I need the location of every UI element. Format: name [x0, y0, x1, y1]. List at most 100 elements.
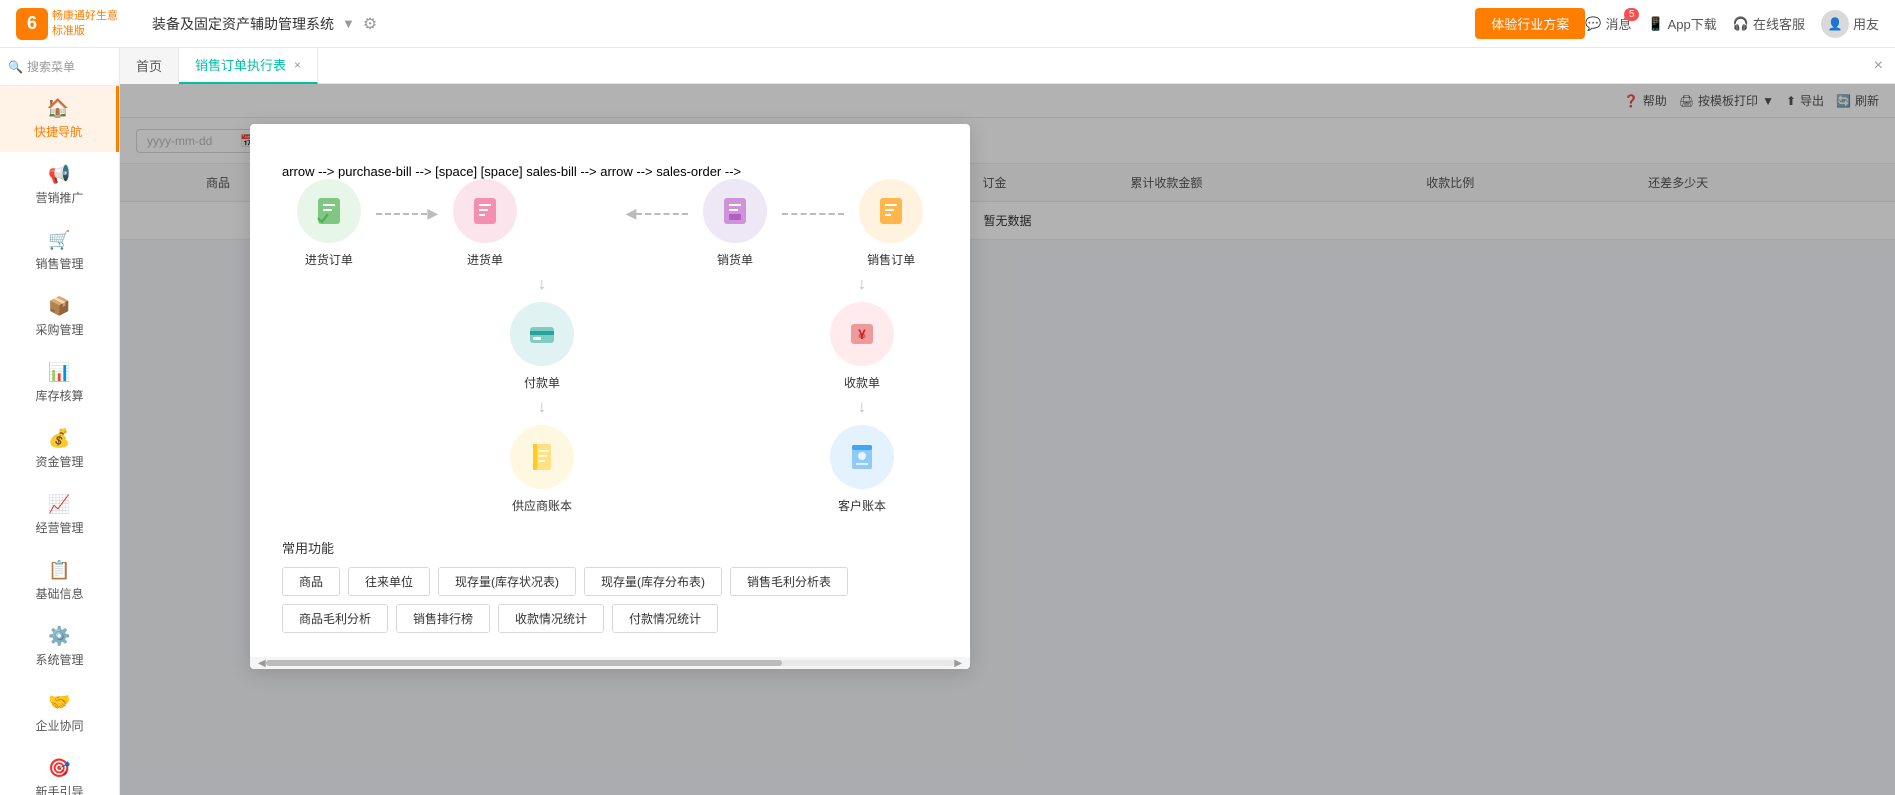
arrow-sales-order-to-bill: ◀	[626, 205, 688, 242]
sidebar-item-sales[interactable]: 🛒 销售管理	[0, 218, 119, 284]
system-title: 装备及固定资产辅助管理系统 ▼ ⚙	[152, 14, 1475, 34]
tab-close-icon[interactable]: ×	[294, 58, 301, 72]
arrow-sales-bill-from-order	[782, 213, 844, 235]
flow-row-1: 进货订单 ▶	[282, 179, 938, 268]
receipt-bill-icon: ¥	[830, 302, 894, 366]
download-icon: 📱	[1647, 16, 1663, 32]
arrow-v-purchase: ↓	[482, 276, 602, 294]
customer-ledger-label: 客户账本	[838, 497, 886, 514]
user-item[interactable]: 👤 用友	[1821, 10, 1879, 38]
avatar: 👤	[1821, 10, 1849, 38]
flow-row-2: ↓ ↓	[282, 276, 938, 294]
message-icon: 💬	[1585, 16, 1601, 32]
func-btn-0[interactable]: 商品	[282, 567, 340, 596]
sales-order-node: 销售订单	[844, 179, 938, 268]
app-container: 6 畅康通好生意 标准版 装备及固定资产辅助管理系统 ▼ ⚙ 体验行业方案 💬 …	[0, 0, 1895, 795]
logo-icon: 6	[16, 8, 48, 40]
sidebar-item-newbie[interactable]: 🎯 新手引导	[0, 746, 119, 795]
sidebar-item-enterprise[interactable]: 🤝 企业协同	[0, 680, 119, 746]
sidebar: 🔍 搜索菜单 🏠 快捷导航 📢 营销推广 🛒 销售管理 📦 采购管理	[0, 48, 120, 795]
tab-bar-close-icon[interactable]: ×	[1862, 57, 1895, 75]
func-btn-7[interactable]: 收款情况统计	[498, 604, 604, 633]
func-btn-5[interactable]: 商品毛利分析	[282, 604, 388, 633]
search-inner[interactable]: 🔍 搜索菜单	[8, 58, 111, 75]
func-btn-6[interactable]: 销售排行榜	[396, 604, 490, 633]
purchase-order-node: 进货订单	[282, 179, 376, 268]
sidebar-item-finance[interactable]: 💰 资金管理	[0, 416, 119, 482]
sales-order-icon	[859, 179, 923, 243]
supplier-ledger-label: 供应商账本	[512, 497, 572, 514]
sidebar-item-system[interactable]: ⚙️ 系统管理	[0, 614, 119, 680]
func-buttons: 商品往来单位现存量(库存状况表) 现存量(库存分布表) 销售毛利分析表商品毛利分析销…	[282, 567, 938, 633]
experience-button[interactable]: 体验行业方案	[1475, 8, 1585, 39]
sidebar-item-inventory[interactable]: 📊 库存核算	[0, 350, 119, 416]
avatar-icon: 👤	[1828, 17, 1843, 31]
arrow-v-payment: ↓	[482, 399, 602, 417]
basic-icon: 📋	[48, 560, 70, 581]
customer-ledger-icon	[830, 425, 894, 489]
func-btn-8[interactable]: 付款情况统计	[612, 604, 718, 633]
scrollbar-thumb[interactable]	[266, 660, 782, 666]
func-btn-2[interactable]: 现存量(库存状况表)	[438, 567, 576, 596]
customer-ledger-node: 客户账本	[802, 425, 922, 514]
purchase-icon: 📦	[48, 296, 70, 317]
page-content: ❓ 帮助 🖨 按模板打印 ▼ ⬆ 导出 🔄 刷新	[120, 84, 1895, 795]
payment-bill-icon	[510, 302, 574, 366]
tab-bar: 首页 销售订单执行表 × ×	[120, 48, 1895, 84]
logo-text: 畅康通好生意 标准版	[52, 9, 118, 38]
receipt-bill-label: 收款单	[844, 374, 880, 391]
sidebar-search[interactable]: 🔍 搜索菜单	[0, 48, 119, 86]
common-functions: 常用功能 商品往来单位现存量(库存状况表)现存量(库存分布表)销售毛利分析表商品…	[282, 538, 938, 633]
func-btn-1[interactable]: 往来单位	[348, 567, 430, 596]
sidebar-item-operations[interactable]: 📈 经营管理	[0, 482, 119, 548]
sidebar-item-marketing[interactable]: 📢 营销推广	[0, 152, 119, 218]
purchase-bill-node: 进货单	[438, 179, 532, 268]
sidebar-item-quick-nav[interactable]: 🏠 快捷导航	[0, 86, 119, 152]
sidebar-item-basic[interactable]: 📋 基础信息	[0, 548, 119, 614]
scrollbar-left-icon[interactable]: ◀	[258, 658, 266, 669]
supplier-ledger-node: 供应商账本	[482, 425, 602, 514]
scrollbar-right-icon[interactable]: ▶	[954, 658, 962, 669]
top-right: 💬 消息 5 📱 App下载 🎧 在线客服 👤 用友	[1585, 10, 1879, 38]
dropdown-icon[interactable]: ▼	[342, 16, 355, 31]
flow-row-4: ↓ ↓	[282, 399, 938, 417]
operations-icon: 📈	[48, 494, 70, 515]
sales-bill-node: 销货单	[688, 179, 782, 268]
scrollbar-track	[266, 660, 955, 666]
arrow-v-sales: ↓	[802, 276, 922, 294]
gear-icon[interactable]: ⚙	[363, 14, 377, 34]
sales-bill-label: 销货单	[717, 251, 753, 268]
message-item[interactable]: 💬 消息 5	[1585, 14, 1631, 33]
func-btn-3[interactable]: 现存量(库存分布表)	[584, 567, 722, 596]
sidebar-item-purchase[interactable]: 📦 采购管理	[0, 284, 119, 350]
finance-icon: 💰	[48, 428, 70, 449]
supplier-ledger-icon	[510, 425, 574, 489]
receipt-bill-node: ¥ 收款单	[802, 302, 922, 391]
online-service-item[interactable]: 🎧 在线客服	[1733, 14, 1805, 33]
flow-row-5: 供应商账本 客户账本	[282, 425, 938, 514]
popup-scrollbar[interactable]: ◀ ▶	[250, 657, 970, 669]
marketing-icon: 📢	[48, 164, 70, 185]
tab-sales-orders[interactable]: 销售订单执行表 ×	[179, 48, 318, 84]
purchase-order-label: 进货订单	[305, 251, 353, 268]
arrow-purchase-to-bill: ▶	[376, 205, 438, 242]
popup-body: arrow --> purchase-bill --> [space] [spa…	[250, 124, 970, 657]
flow-popup: arrow --> purchase-bill --> [space] [spa…	[250, 124, 970, 669]
message-badge: 5	[1624, 8, 1640, 21]
system-icon: ⚙️	[48, 626, 70, 647]
enterprise-icon: 🤝	[48, 692, 70, 713]
app-download-item[interactable]: 📱 App下载	[1647, 14, 1716, 33]
purchase-bill-label: 进货单	[467, 251, 503, 268]
system-name: 装备及固定资产辅助管理系统	[152, 14, 334, 34]
func-btn-4[interactable]: 销售毛利分析表	[730, 567, 848, 596]
purchase-order-icon	[297, 179, 361, 243]
service-icon: 🎧	[1733, 16, 1749, 32]
tab-home[interactable]: 首页	[120, 48, 179, 84]
main-layout: 🔍 搜索菜单 🏠 快捷导航 📢 营销推广 🛒 销售管理 📦 采购管理	[0, 48, 1895, 795]
logo-area: 6 畅康通好生意 标准版	[16, 8, 136, 40]
sales-icon: 🛒	[48, 230, 70, 251]
purchase-bill-icon	[453, 179, 517, 243]
newbie-icon: 🎯	[48, 758, 70, 779]
top-bar: 6 畅康通好生意 标准版 装备及固定资产辅助管理系统 ▼ ⚙ 体验行业方案 💬 …	[0, 0, 1895, 48]
payment-bill-node: 付款单	[482, 302, 602, 391]
